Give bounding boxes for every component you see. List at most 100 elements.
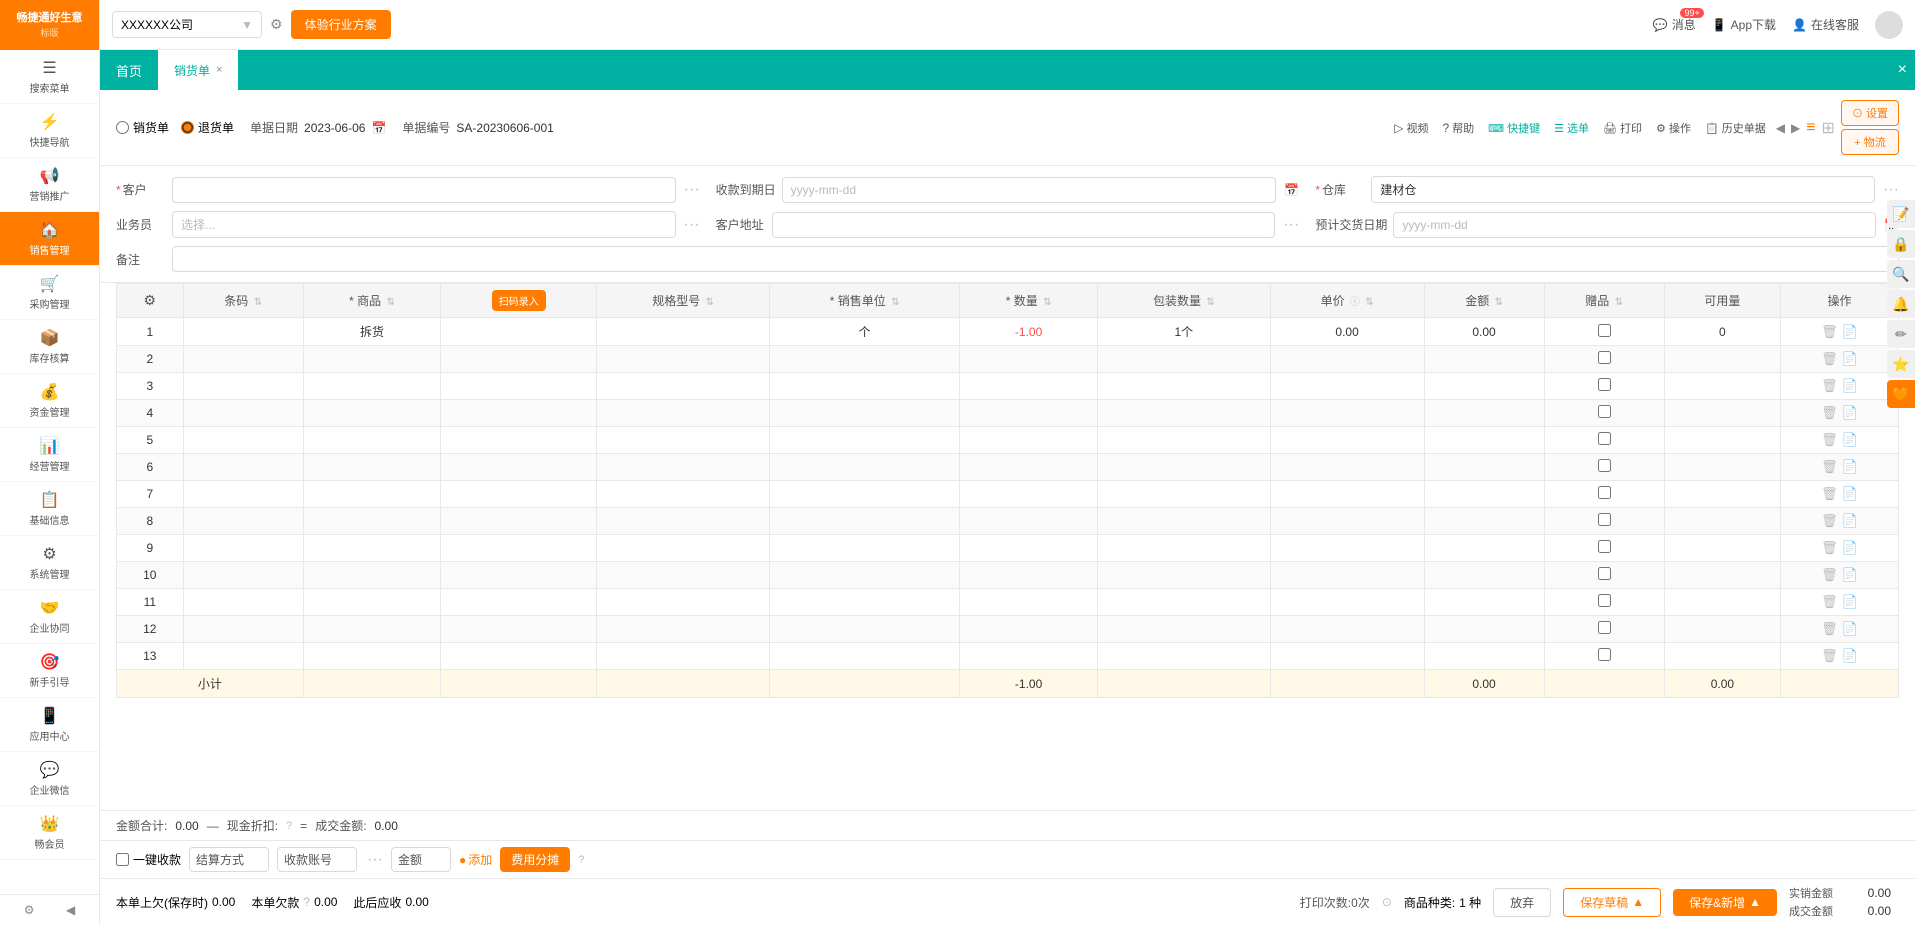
spec-cell[interactable] bbox=[597, 400, 770, 427]
payment-due-input[interactable]: yyyy-mm-dd bbox=[782, 177, 1277, 203]
copy-icon[interactable]: 📄 bbox=[1842, 486, 1858, 502]
qty-cell[interactable] bbox=[960, 400, 1098, 427]
expense-button[interactable]: 费用分摊 bbox=[500, 847, 570, 872]
delete-icon[interactable]: 🗑 bbox=[1821, 594, 1838, 610]
calendar-icon[interactable]: 📅 bbox=[371, 121, 386, 135]
amount-cell[interactable] bbox=[1424, 454, 1544, 481]
barcode-cell[interactable] bbox=[183, 454, 303, 481]
price-cell[interactable] bbox=[1270, 481, 1424, 508]
operation-btn[interactable]: ⚙ 操作 bbox=[1652, 118, 1695, 138]
delete-icon[interactable]: 🗑 bbox=[1821, 567, 1838, 583]
qty-cell[interactable]: -1.00 bbox=[960, 318, 1098, 346]
barcode-cell[interactable] bbox=[183, 427, 303, 454]
delete-icon[interactable]: 🗑 bbox=[1821, 432, 1838, 448]
qty-cell[interactable] bbox=[960, 589, 1098, 616]
price-cell[interactable] bbox=[1270, 454, 1424, 481]
radio-return-input[interactable] bbox=[181, 121, 194, 134]
amount-cell[interactable] bbox=[1424, 481, 1544, 508]
tab-sales-order[interactable]: 销货单 × bbox=[158, 50, 238, 90]
pkg-qty-cell[interactable]: 1个 bbox=[1097, 318, 1270, 346]
th-scan[interactable]: 扫码录入 bbox=[441, 284, 597, 318]
unit-cell[interactable] bbox=[769, 481, 959, 508]
product-cell[interactable]: 拆货 bbox=[303, 318, 441, 346]
settings-button[interactable]: ⊙ 设置 bbox=[1841, 100, 1899, 126]
product-cell[interactable] bbox=[303, 481, 441, 508]
customer-more-icon[interactable]: ··· bbox=[684, 181, 700, 199]
gift-checkbox[interactable] bbox=[1598, 621, 1611, 634]
doc-debt-icon[interactable]: ? bbox=[303, 895, 310, 909]
delete-icon[interactable]: 🗑 bbox=[1821, 486, 1838, 502]
product-cell[interactable] bbox=[303, 562, 441, 589]
gift-checkbox[interactable] bbox=[1598, 513, 1611, 526]
customer-addr-input[interactable] bbox=[772, 212, 1276, 238]
sidebar-item-guide[interactable]: 🎯 新手引导 bbox=[0, 644, 99, 698]
amount-cell[interactable] bbox=[1424, 535, 1544, 562]
product-cell[interactable] bbox=[303, 589, 441, 616]
sidebar-item-wechat[interactable]: 💬 企业微信 bbox=[0, 752, 99, 806]
customer-input[interactable] bbox=[172, 177, 676, 203]
sidebar-item-search[interactable]: ☰ 搜索菜单 bbox=[0, 50, 99, 104]
trial-button[interactable]: 体验行业方案 bbox=[291, 10, 391, 39]
abandon-button[interactable]: 放弃 bbox=[1493, 888, 1551, 917]
remark-input[interactable] bbox=[172, 246, 1899, 272]
copy-icon[interactable]: 📄 bbox=[1842, 459, 1858, 475]
copy-icon[interactable]: 📄 bbox=[1842, 432, 1858, 448]
gift-checkbox[interactable] bbox=[1598, 648, 1611, 661]
gift-cell[interactable] bbox=[1544, 454, 1664, 481]
sidebar-item-finance[interactable]: 💰 资金管理 bbox=[0, 374, 99, 428]
video-btn[interactable]: ▷ 视频 bbox=[1390, 118, 1432, 138]
gift-cell[interactable] bbox=[1544, 508, 1664, 535]
message-button[interactable]: 💬 消息 99+ bbox=[1653, 16, 1696, 33]
shortcut-btn[interactable]: ⌨ 快捷键 bbox=[1484, 118, 1544, 138]
radio-return[interactable]: 退货单 bbox=[181, 119, 234, 136]
price-cell[interactable] bbox=[1270, 589, 1424, 616]
pkg-qty-cell[interactable] bbox=[1097, 535, 1270, 562]
qty-cell[interactable] bbox=[960, 535, 1098, 562]
gift-cell[interactable] bbox=[1544, 427, 1664, 454]
unit-cell[interactable] bbox=[769, 643, 959, 670]
spec-cell[interactable] bbox=[597, 346, 770, 373]
barcode-cell[interactable] bbox=[183, 346, 303, 373]
radio-sales-input[interactable] bbox=[116, 121, 129, 134]
gift-checkbox[interactable] bbox=[1598, 459, 1611, 472]
sidebar-item-sales[interactable]: 🏠 销售管理 bbox=[0, 212, 99, 266]
qty-cell[interactable] bbox=[960, 373, 1098, 400]
account-more-icon[interactable]: ··· bbox=[367, 851, 383, 869]
pkg-qty-cell[interactable] bbox=[1097, 589, 1270, 616]
pkg-qty-cell[interactable] bbox=[1097, 508, 1270, 535]
unit-cell[interactable] bbox=[769, 373, 959, 400]
product-cell[interactable] bbox=[303, 535, 441, 562]
pkg-qty-cell[interactable] bbox=[1097, 346, 1270, 373]
select-btn[interactable]: ☰ 选单 bbox=[1550, 118, 1593, 138]
spec-cell[interactable] bbox=[597, 508, 770, 535]
grid-view-icon[interactable]: ⊞ bbox=[1822, 118, 1835, 138]
qty-cell[interactable] bbox=[960, 481, 1098, 508]
spec-cell[interactable] bbox=[597, 562, 770, 589]
unit-cell[interactable] bbox=[769, 346, 959, 373]
pkg-qty-cell[interactable] bbox=[1097, 643, 1270, 670]
gift-cell[interactable] bbox=[1544, 589, 1664, 616]
amount-cell[interactable] bbox=[1424, 508, 1544, 535]
right-panel-item-note[interactable]: 📝 bbox=[1887, 200, 1915, 228]
unit-cell[interactable] bbox=[769, 400, 959, 427]
price-cell[interactable] bbox=[1270, 643, 1424, 670]
sidebar-item-cooperation[interactable]: 🤝 企业协同 bbox=[0, 590, 99, 644]
prev-icon[interactable]: ◀ bbox=[1776, 121, 1785, 135]
salesperson-more-icon[interactable]: ··· bbox=[684, 216, 700, 234]
gift-checkbox[interactable] bbox=[1598, 351, 1611, 364]
addr-more-icon[interactable]: ··· bbox=[1283, 216, 1299, 234]
spec-cell[interactable] bbox=[597, 427, 770, 454]
unit-cell[interactable] bbox=[769, 508, 959, 535]
delete-icon[interactable]: 🗑 bbox=[1821, 621, 1838, 637]
radio-sales[interactable]: 销货单 bbox=[116, 119, 169, 136]
settings-icon[interactable]: ⚙ bbox=[24, 903, 35, 917]
qty-cell[interactable] bbox=[960, 427, 1098, 454]
amount-cell[interactable] bbox=[1424, 427, 1544, 454]
barcode-cell[interactable] bbox=[183, 562, 303, 589]
payment-method-select[interactable]: 结算方式 bbox=[189, 847, 269, 872]
amount-input[interactable]: 金额 bbox=[391, 847, 451, 872]
spec-cell[interactable] bbox=[597, 318, 770, 346]
info-icon[interactable]: ⓘ bbox=[1350, 297, 1360, 308]
copy-icon[interactable]: 📄 bbox=[1842, 351, 1858, 367]
gift-checkbox[interactable] bbox=[1598, 432, 1611, 445]
